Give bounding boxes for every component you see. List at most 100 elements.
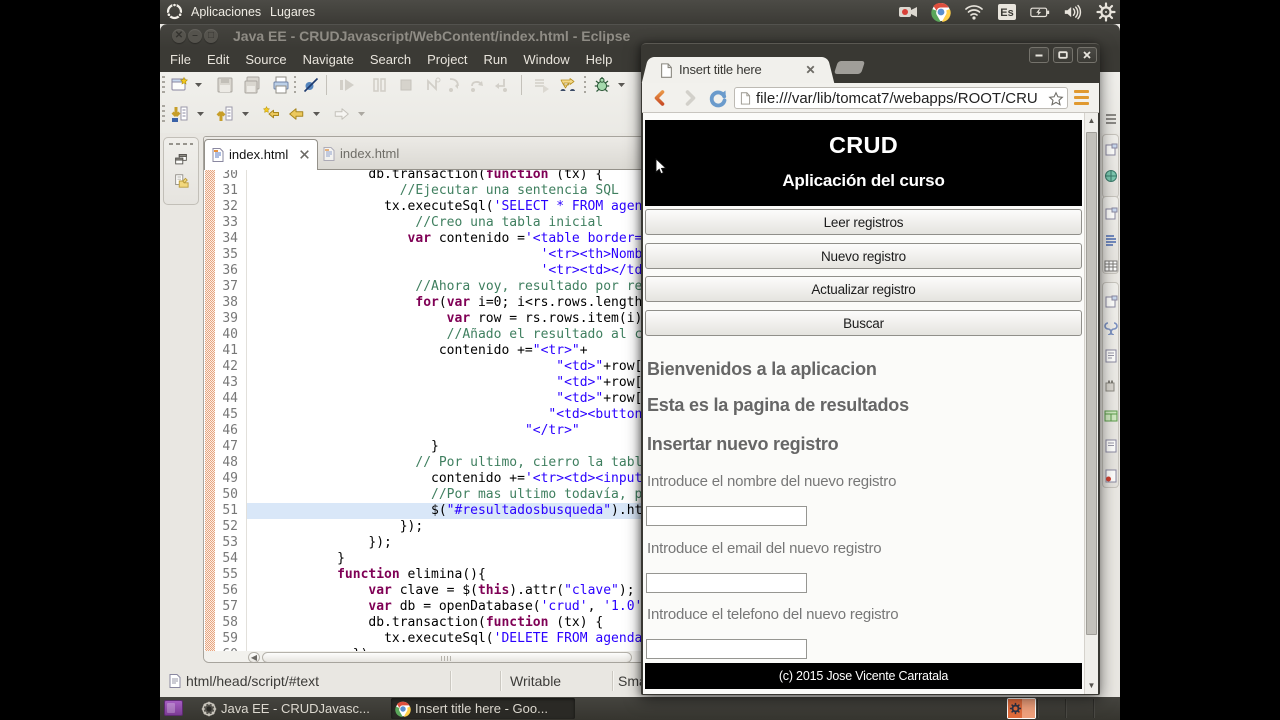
forward-icon[interactable] [333, 105, 351, 123]
chrome-menu-button[interactable] [1074, 90, 1089, 105]
page-button-nuevo-registro[interactable]: Nuevo registro [645, 242, 1082, 269]
step-filters-icon[interactable] [533, 76, 551, 94]
tab-close-icon[interactable] [298, 148, 311, 161]
ubuntu-logo-icon[interactable] [166, 3, 183, 20]
dropdown-arrow-icon[interactable] [242, 105, 250, 123]
chrome-tab[interactable]: Insert title here [652, 57, 824, 83]
eclipse-menu-run[interactable]: Run [476, 48, 516, 72]
terminate-icon[interactable] [397, 76, 415, 94]
eclipse-menu-search[interactable]: Search [362, 48, 419, 72]
print-icon[interactable] [272, 76, 290, 94]
page-button-actualizar-registro[interactable]: Actualizar registro [645, 276, 1082, 303]
browser-scrollbar[interactable]: ▲ ▼ [1084, 113, 1098, 694]
project-explorer-icon[interactable] [173, 173, 189, 189]
scroll-up-arrow-icon[interactable]: ▲ [1085, 114, 1098, 128]
bookmark-star-icon[interactable] [1048, 91, 1064, 107]
reload-button[interactable] [706, 86, 730, 110]
doc-view-icon[interactable] [1104, 349, 1118, 363]
taskbar-item-eclipse[interactable]: Java EE - CRUDJavasc... [197, 698, 385, 719]
new-tab-button[interactable] [833, 61, 866, 74]
volume-icon[interactable] [1063, 2, 1083, 22]
screen-recorder-icon[interactable] [898, 2, 918, 22]
field-input-2[interactable] [646, 573, 807, 593]
url-bar[interactable]: file:///var/lib/tomcat7/webapps/ROOT/CRU [734, 87, 1068, 109]
eclipse-maximize-button[interactable]: □ [204, 29, 218, 43]
dropdown-arrow-icon[interactable] [195, 76, 203, 94]
field-input-1[interactable] [646, 506, 807, 526]
view-doc2-icon[interactable] [1104, 207, 1118, 221]
workspace-switcher[interactable] [164, 700, 183, 716]
chrome-minimize-button[interactable] [1029, 47, 1049, 63]
back-icon[interactable] [287, 105, 305, 123]
prev-annotation-icon[interactable] [216, 105, 234, 123]
save-all-icon[interactable] [243, 76, 261, 94]
eclipse-menu-navigate[interactable]: Navigate [295, 48, 362, 72]
doc2-view-icon[interactable] [1104, 439, 1118, 453]
power-gear-icon[interactable] [1096, 2, 1116, 22]
step-over-icon[interactable] [469, 76, 487, 94]
drop-to-frame-icon[interactable] [559, 76, 577, 94]
page-button-buscar[interactable]: Buscar [645, 310, 1082, 337]
editor-tab-index.html-active[interactable]: index.html [204, 139, 318, 170]
outline-icon[interactable] [1104, 112, 1118, 126]
editor-tab-index.html-inactive[interactable]: index.html [316, 139, 411, 170]
eclipse-close-button[interactable]: ✕ [172, 29, 186, 43]
chrome-icon[interactable] [931, 2, 951, 22]
dropdown-arrow-icon[interactable] [618, 76, 626, 94]
save-icon[interactable] [216, 76, 234, 94]
last-edit-icon[interactable] [262, 105, 280, 123]
suspend-icon[interactable] [370, 76, 388, 94]
table-view-icon[interactable] [1104, 259, 1118, 273]
debug-icon[interactable] [593, 76, 611, 94]
skip-breakpoints-icon[interactable] [302, 76, 320, 94]
taskbar-item-chrome[interactable]: Insert title here - Goo... [391, 698, 575, 719]
palette-icon[interactable] [1104, 409, 1118, 423]
eclipse-menu-project[interactable]: Project [419, 48, 475, 72]
scroll-down-arrow-icon[interactable]: ▼ [1085, 679, 1098, 693]
chrome-close-button[interactable] [1077, 47, 1097, 63]
dropdown-arrow-icon[interactable] [358, 105, 366, 123]
line-number-ruler[interactable]: 30 31 32 33 34 35 36 37 38 39 40 41 42 43 44 45 46 47 48 49… [215, 170, 247, 651]
back-button[interactable] [648, 86, 672, 110]
url-text[interactable]: file:///var/lib/tomcat7/webapps/ROOT/CRU [756, 90, 1042, 108]
dropdown-arrow-icon[interactable] [313, 105, 321, 123]
page-button-leer-registros[interactable]: Leer registros [645, 209, 1082, 235]
editor-hscrollbar-thumb[interactable] [262, 652, 632, 662]
snippets-icon[interactable] [1104, 321, 1118, 336]
next-annotation-icon[interactable] [171, 105, 189, 123]
eclipse-menu-window[interactable]: Window [515, 48, 577, 72]
list-view-icon[interactable] [1104, 233, 1118, 247]
view-doc1-icon[interactable] [1104, 143, 1118, 157]
eclipse-menu-source[interactable]: Source [237, 48, 294, 72]
recorder-tray-icon[interactable] [1007, 698, 1036, 719]
field-input-3[interactable] [646, 639, 807, 659]
line-number: 33 [222, 214, 238, 230]
problems-icon[interactable] [1104, 469, 1118, 483]
eclipse-menu-edit[interactable]: Edit [199, 48, 237, 72]
tab-close-icon[interactable] [804, 63, 817, 76]
annotation-ruler[interactable] [205, 170, 215, 651]
plugin-icon[interactable] [1104, 379, 1118, 393]
eclipse-menu-help[interactable]: Help [578, 48, 621, 72]
menu-lugares[interactable]: Lugares [270, 0, 315, 24]
step-into-icon[interactable] [446, 76, 464, 94]
server-icon[interactable] [1104, 169, 1118, 183]
forward-button[interactable] [678, 86, 702, 110]
chrome-maximize-button[interactable] [1053, 47, 1073, 63]
keyboard-layout-icon[interactable]: Es [997, 2, 1017, 22]
scroll-left-arrow-icon[interactable]: ◀ [248, 652, 260, 662]
code-line-52: }); [399, 518, 424, 534]
new-wizard-icon[interactable] [171, 76, 189, 94]
menu-aplicaciones[interactable]: Aplicaciones [191, 0, 261, 24]
wifi-icon[interactable] [964, 2, 984, 22]
battery-icon[interactable] [1030, 2, 1050, 22]
browser-scrollbar-thumb[interactable] [1086, 132, 1097, 635]
step-return-icon[interactable] [492, 76, 510, 94]
resume-icon[interactable] [338, 76, 356, 94]
restore-view-icon[interactable] [173, 151, 189, 167]
view-doc3-icon[interactable] [1104, 295, 1118, 309]
eclipse-menu-file[interactable]: File [162, 48, 199, 72]
disconnect-icon[interactable] [425, 76, 443, 94]
dropdown-arrow-icon[interactable] [197, 105, 205, 123]
eclipse-minimize-button[interactable]: – [188, 29, 202, 43]
